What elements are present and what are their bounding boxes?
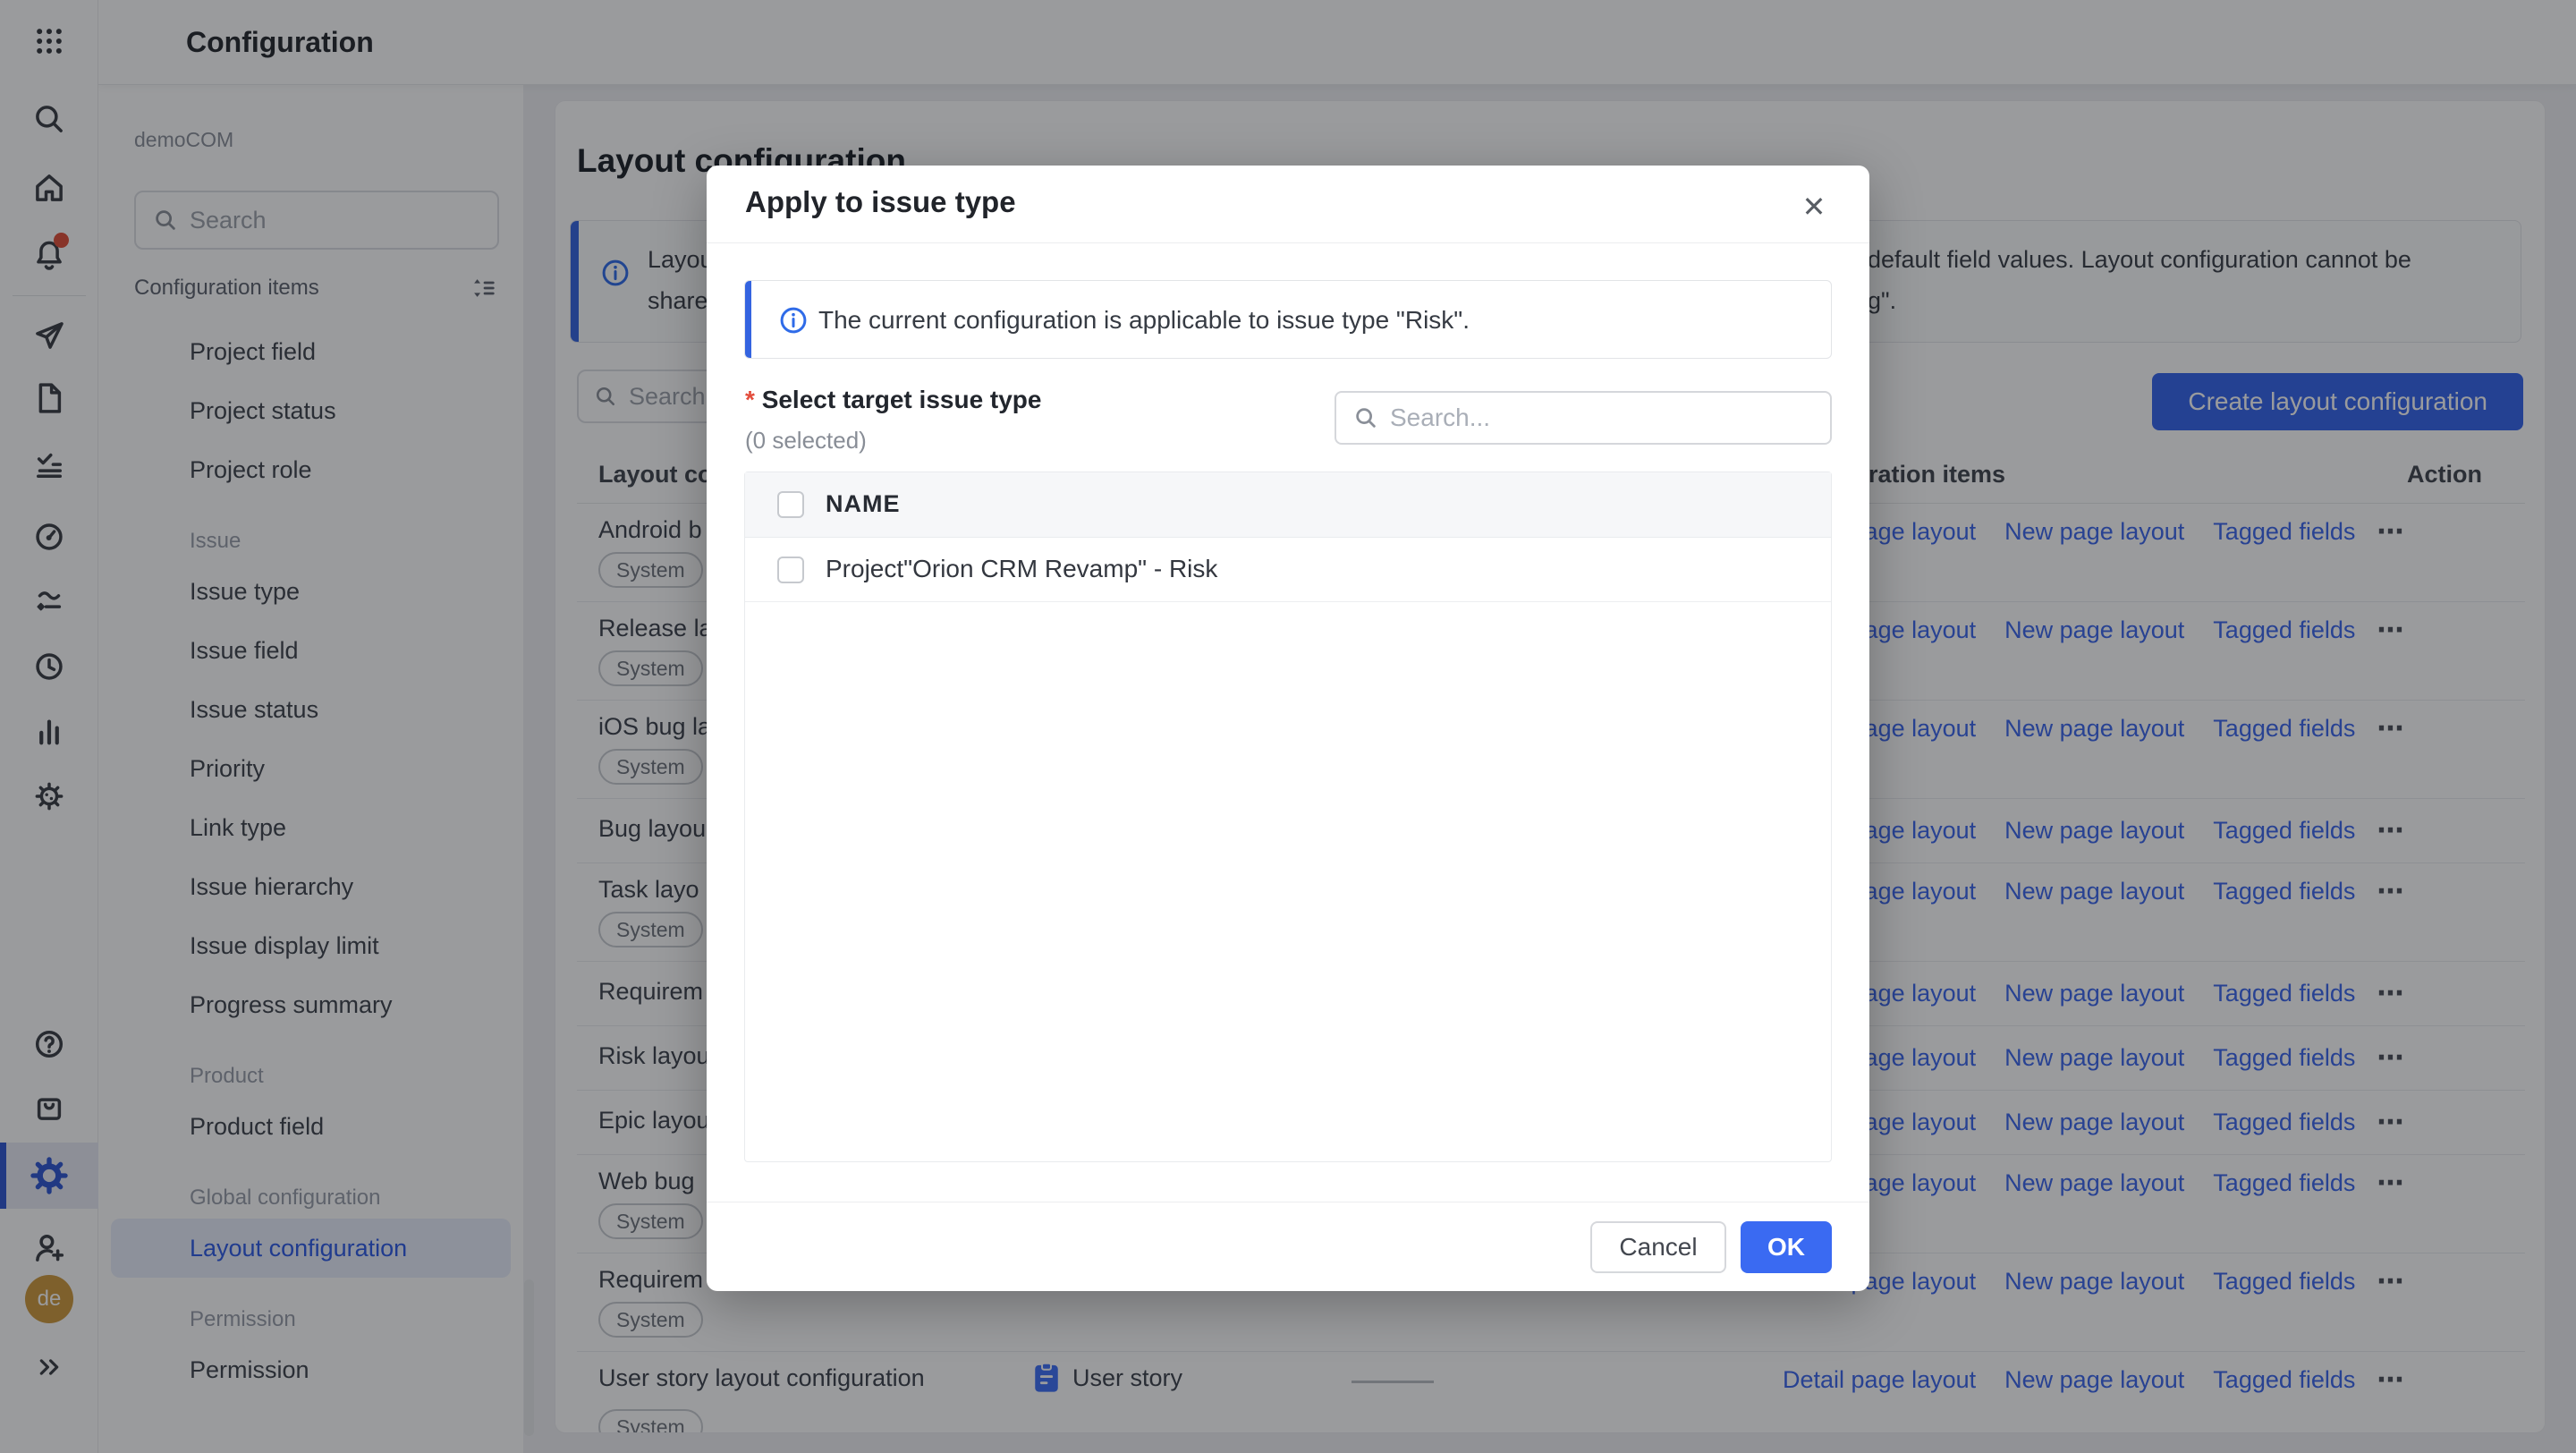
alert-accent-bar [745,281,751,358]
cancel-button[interactable]: Cancel [1590,1221,1726,1273]
issue-type-name: Project"Orion CRM Revamp" - Risk [826,555,1218,582]
screen: Configuration de demoCOM Search Configur… [0,0,2576,1453]
issue-type-table: NAME Project"Orion CRM Revamp" - Risk [744,472,1832,1162]
issue-type-row[interactable]: Project"Orion CRM Revamp" - Risk [745,538,1831,602]
close-icon[interactable]: ✕ [1794,187,1834,226]
search-icon [1356,408,1376,428]
issue-type-search-input[interactable]: Search... [1335,391,1832,445]
dialog-footer: Cancel OK [707,1202,1869,1291]
issue-type-search-placeholder: Search... [1390,404,1491,431]
row-checkbox[interactable] [777,557,804,583]
select-target-label: * Select target issue type [745,386,1042,413]
issue-type-table-header: NAME [745,472,1831,538]
ok-button[interactable]: OK [1741,1221,1832,1273]
dialog-info-alert: The current configuration is applicable … [744,280,1832,359]
info-icon [780,307,807,334]
apply-to-issue-type-dialog: Apply to issue type ✕ The current config… [707,166,1869,1291]
dialog-title: Apply to issue type [745,185,1016,218]
selected-count: (0 selected) [745,427,867,454]
select-all-checkbox[interactable] [777,491,804,518]
required-asterisk: * [745,386,755,413]
dialog-header: Apply to issue type ✕ [707,166,1869,243]
column-header-name: NAME [826,490,901,517]
alert-message: The current configuration is applicable … [818,306,1470,334]
